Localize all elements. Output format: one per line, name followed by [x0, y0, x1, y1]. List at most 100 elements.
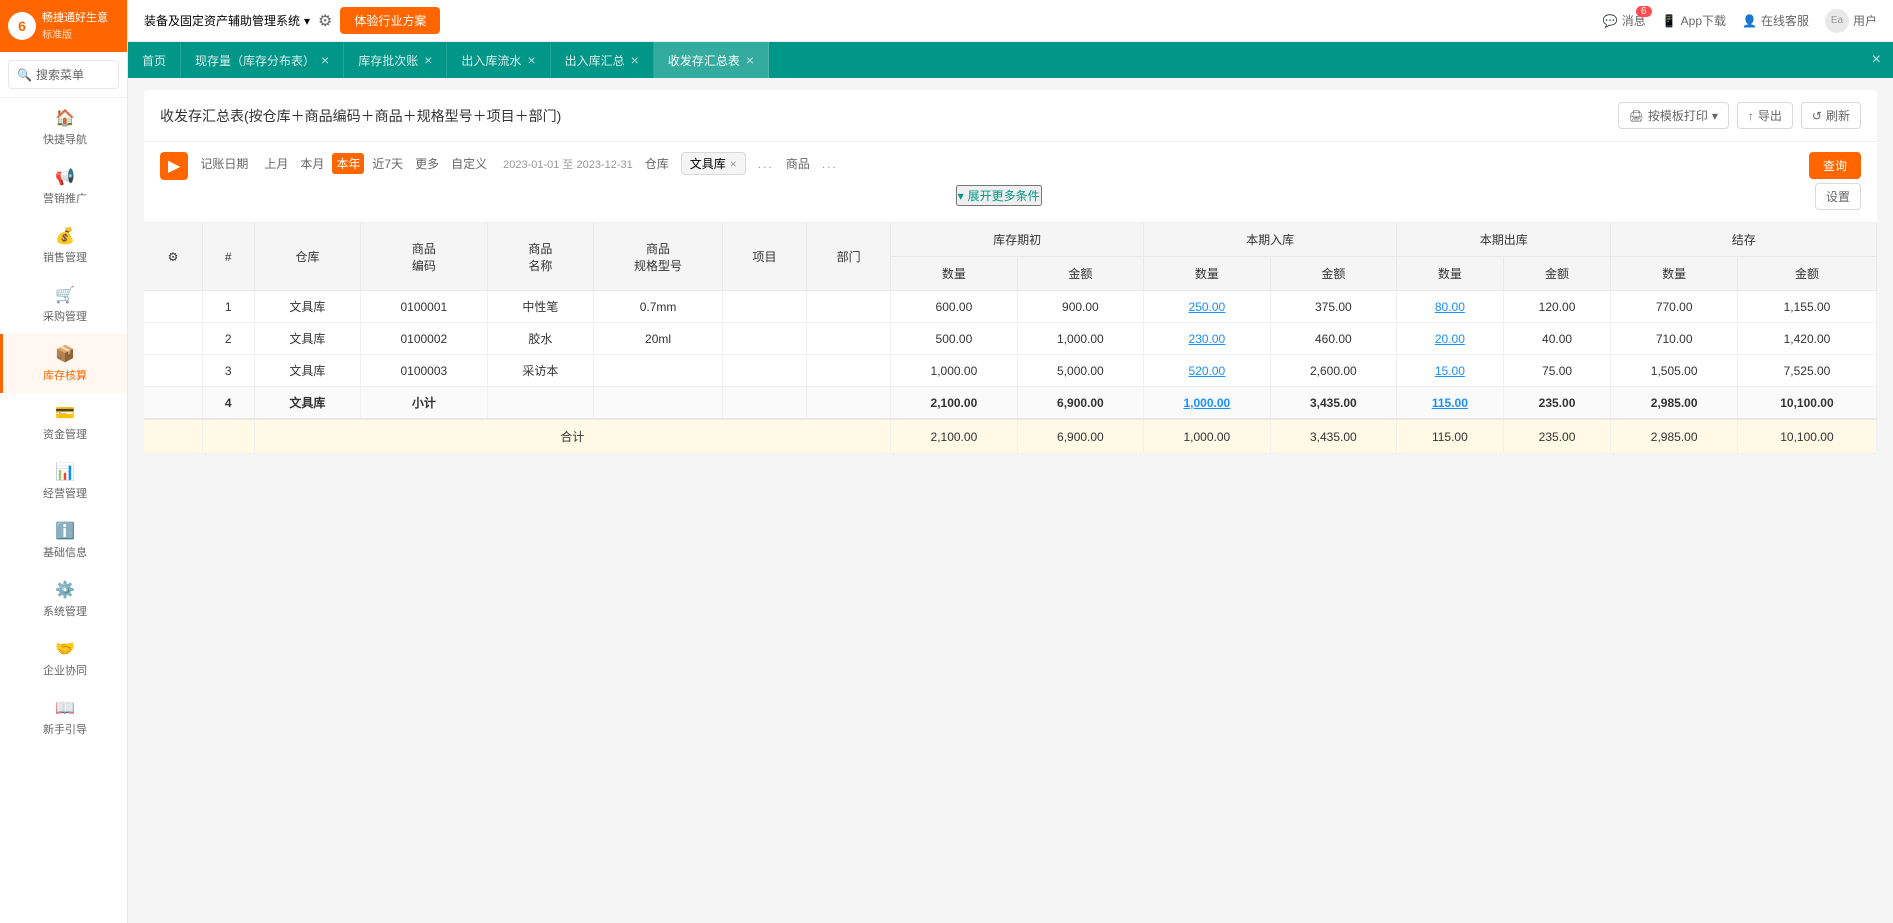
warehouse-tag-close[interactable]: ×	[730, 157, 737, 171]
user-item[interactable]: Ea 用户	[1825, 9, 1877, 33]
td-dept-1	[807, 291, 891, 323]
td-in-qty-2[interactable]: 230.00	[1144, 323, 1270, 355]
logo-sub: 标准版	[42, 26, 108, 41]
sidebar-item-enterprise[interactable]: 🤝 企业协同	[0, 629, 127, 688]
total-row: 合计 2,100.00 6,900.00 1,000.00 3,435.00 1…	[144, 419, 1877, 454]
warehouse-tag[interactable]: 文具库 ×	[681, 152, 746, 175]
tab-batch[interactable]: 库存批次账 ×	[344, 42, 447, 78]
td-in-qty-1[interactable]: 250.00	[1144, 291, 1270, 323]
tab-inventory-dist-close[interactable]: ×	[321, 53, 329, 67]
goods-dots[interactable]: ...	[822, 157, 838, 171]
export-icon: ↑	[1748, 109, 1754, 123]
th-warehouse: 仓库	[254, 223, 361, 291]
tab-flow-close[interactable]: ×	[527, 53, 535, 67]
td-in-qty-3[interactable]: 520.00	[1144, 355, 1270, 387]
td-total-out-amt: 235.00	[1503, 419, 1611, 454]
top-header: 装备及固定资产辅助管理系统 ▾ ⚙ 体验行业方案 💬 消息 6 📱 App下载 …	[128, 0, 1893, 42]
td-total-check	[144, 419, 202, 454]
td-out-qty-3[interactable]: 15.00	[1397, 355, 1504, 387]
date-btn-more[interactable]: 更多	[411, 153, 443, 174]
th-out-amt: 金额	[1503, 257, 1611, 291]
query-button[interactable]: 查询	[1809, 152, 1861, 179]
sidebar-item-guide[interactable]: 📖 新手引导	[0, 688, 127, 747]
finance-label: 资金管理	[43, 426, 87, 442]
tab-summary-inout-label: 出入库汇总	[565, 52, 625, 69]
tab-flow[interactable]: 出入库流水 ×	[447, 42, 550, 78]
tab-batch-close[interactable]: ×	[424, 53, 432, 67]
avatar: Ea	[1825, 9, 1849, 33]
date-btn-thismonth[interactable]: 本月	[296, 153, 328, 174]
td-subtotal-check	[144, 387, 202, 420]
date-shortcuts: 上月 本月 本年 近7天 更多 自定义	[260, 153, 491, 174]
export-button[interactable]: ↑ 导出	[1737, 102, 1793, 129]
td-out-qty-1[interactable]: 80.00	[1397, 291, 1504, 323]
tab-summary-inout-close[interactable]: ×	[631, 53, 639, 67]
set-button[interactable]: 设置	[1815, 183, 1861, 210]
sidebar-item-sales[interactable]: 💰 销售管理	[0, 216, 127, 275]
th-init-amt: 金额	[1017, 257, 1143, 291]
tab-receive-send-close[interactable]: ×	[746, 53, 754, 67]
td-row-check-3	[144, 355, 202, 387]
sales-label: 销售管理	[43, 249, 87, 265]
print-button[interactable]: 🖨 按模板打印 ▾	[1618, 102, 1729, 129]
message-item[interactable]: 💬 消息 6	[1603, 12, 1646, 29]
filter-toggle-button[interactable]: ▶	[160, 152, 188, 180]
td-total-in-qty: 1,000.00	[1144, 419, 1270, 454]
td-init-amt-2: 1,000.00	[1017, 323, 1143, 355]
operations-label: 经营管理	[43, 485, 87, 501]
td-total-empty	[202, 419, 254, 454]
try-btn[interactable]: 体验行业方案	[340, 7, 440, 34]
export-label: 导出	[1758, 107, 1782, 124]
sidebar-item-system[interactable]: ⚙️ 系统管理	[0, 570, 127, 629]
td-init-amt-3: 5,000.00	[1017, 355, 1143, 387]
refresh-button[interactable]: ↺ 刷新	[1801, 102, 1861, 129]
date-btn-7days[interactable]: 近7天	[368, 153, 407, 174]
sidebar-item-basic[interactable]: ℹ️ 基础信息	[0, 511, 127, 570]
td-subtotal-bal-qty: 2,985.00	[1611, 387, 1737, 420]
message-icon: 💬	[1603, 14, 1618, 28]
td-subtotal-empty2	[594, 387, 723, 420]
inventory-icon: 📦	[55, 344, 75, 364]
tab-receive-send[interactable]: 收发存汇总表 ×	[654, 42, 769, 78]
sidebar-nav: 🏠 快捷导航 📢 营销推广 💰 销售管理 🛒 采购管理 📦 库存核算 💳 资金管…	[0, 98, 127, 923]
sidebar-item-operations[interactable]: 📊 经营管理	[0, 452, 127, 511]
sales-icon: 💰	[55, 226, 75, 246]
th-in-qty: 数量	[1144, 257, 1270, 291]
online-service-item[interactable]: 👤 在线客服	[1742, 12, 1809, 29]
app-download-item[interactable]: 📱 App下载	[1662, 12, 1726, 29]
expand-icon: ▾	[958, 189, 964, 203]
sidebar: 6 畅捷通好生意 标准版 🔍 搜索菜单 🏠 快捷导航 📢 营销推广 💰 销售管理…	[0, 0, 128, 923]
date-btn-custom[interactable]: 自定义	[447, 153, 491, 174]
warehouse-dots[interactable]: ...	[758, 157, 774, 171]
td-total-init-qty: 2,100.00	[891, 419, 1017, 454]
refresh-icon: ↺	[1812, 109, 1822, 123]
td-subtotal-out-qty[interactable]: 115.00	[1397, 387, 1504, 420]
search-menu-button[interactable]: 🔍 搜索菜单	[8, 60, 119, 89]
sidebar-item-shortcut[interactable]: 🏠 快捷导航	[0, 98, 127, 157]
td-in-amt-2: 460.00	[1270, 323, 1396, 355]
system-title[interactable]: 装备及固定资产辅助管理系统 ▾	[144, 12, 310, 29]
sidebar-item-purchase[interactable]: 🛒 采购管理	[0, 275, 127, 334]
sidebar-item-finance[interactable]: 💳 资金管理	[0, 393, 127, 452]
th-init-qty: 数量	[891, 257, 1017, 291]
header-left: 装备及固定资产辅助管理系统 ▾ ⚙ 体验行业方案	[144, 7, 440, 34]
expand-more-button[interactable]: ▾ 展开更多条件	[956, 185, 1042, 206]
sidebar-item-marketing[interactable]: 📢 营销推广	[0, 157, 127, 216]
tab-bar-close-all[interactable]: ×	[1860, 51, 1893, 69]
tab-summary-inout[interactable]: 出入库汇总 ×	[551, 42, 654, 78]
td-subtotal-empty4	[807, 387, 891, 420]
date-btn-thisyear[interactable]: 本年	[332, 153, 364, 174]
message-badge: 6	[1636, 6, 1652, 17]
th-settings[interactable]: ⚙	[144, 223, 202, 291]
gear-icon[interactable]: ⚙	[318, 11, 332, 31]
tab-inventory-dist[interactable]: 现存量（库存分布表） ×	[181, 42, 344, 78]
td-warehouse-1: 文具库	[254, 291, 361, 323]
date-btn-lastmonth[interactable]: 上月	[260, 153, 292, 174]
header-right: 💬 消息 6 📱 App下载 👤 在线客服 Ea 用户	[1603, 9, 1877, 33]
td-subtotal-in-qty[interactable]: 1,000.00	[1144, 387, 1270, 420]
tab-home[interactable]: 首页	[128, 42, 181, 78]
sidebar-item-inventory[interactable]: 📦 库存核算	[0, 334, 127, 393]
tab-inventory-dist-label: 现存量（库存分布表）	[195, 52, 315, 69]
expand-label: 展开更多条件	[968, 187, 1040, 204]
td-out-qty-2[interactable]: 20.00	[1397, 323, 1504, 355]
